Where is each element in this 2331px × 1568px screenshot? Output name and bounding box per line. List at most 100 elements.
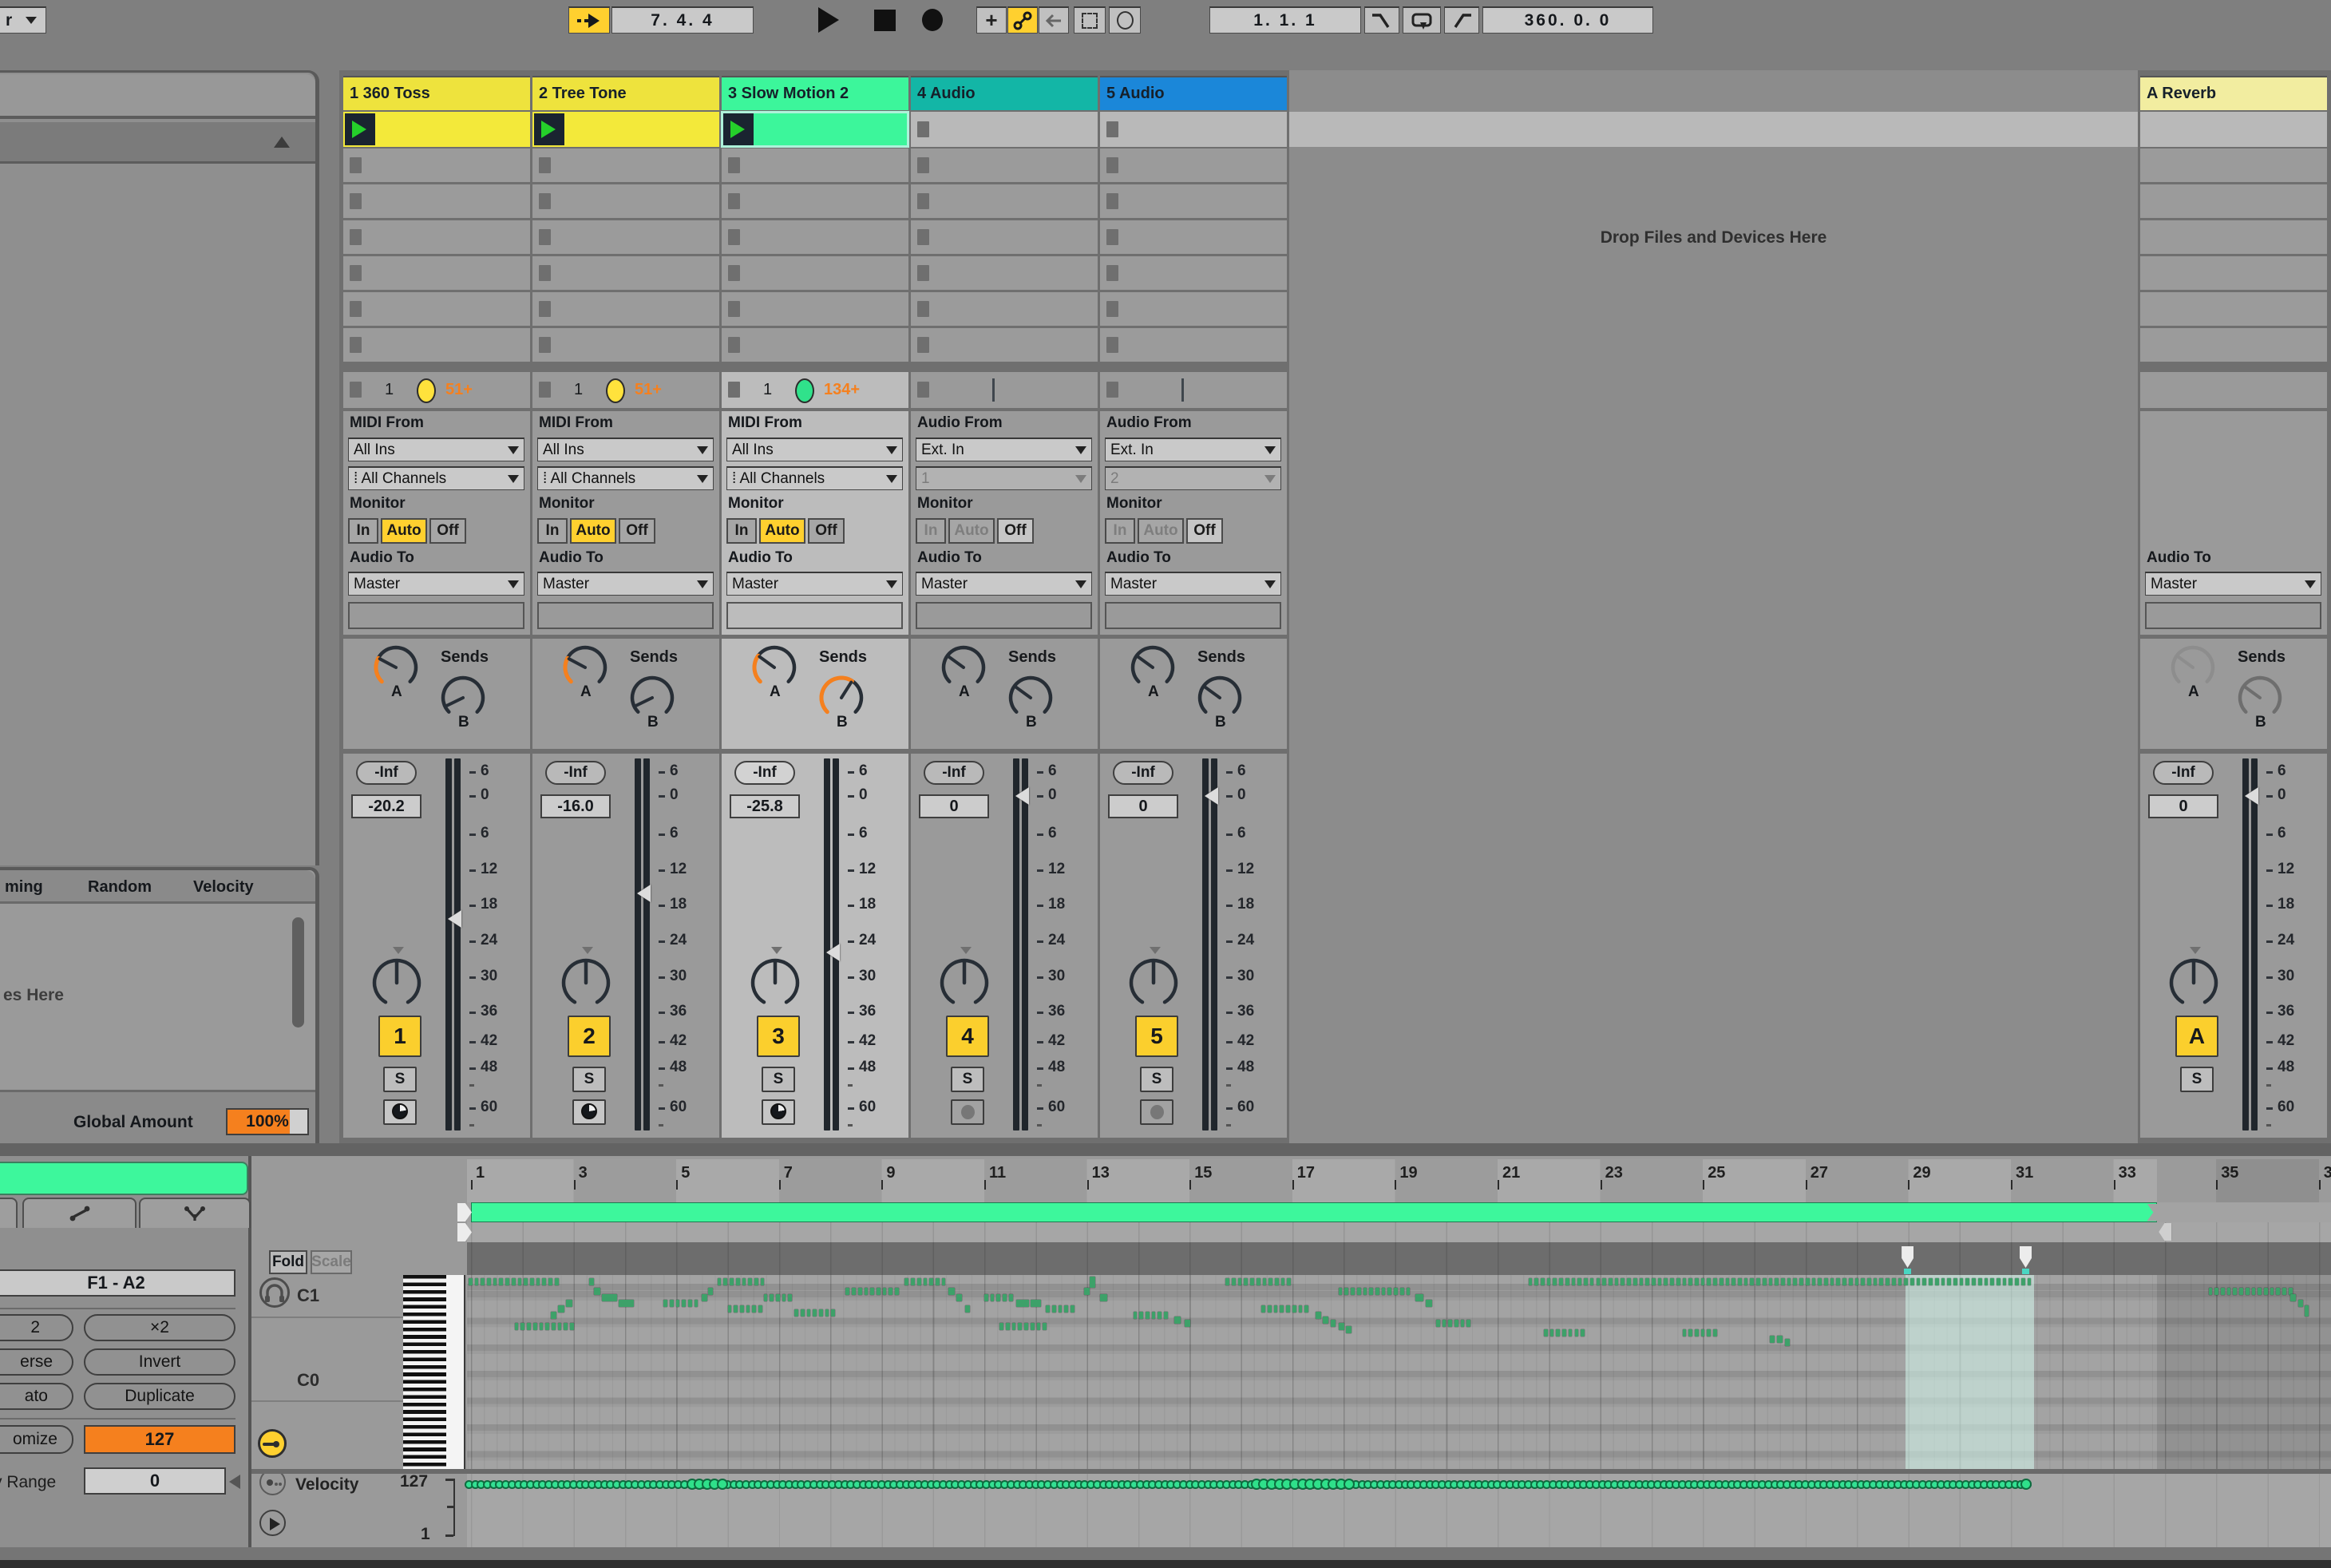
clip-slot-empty[interactable] — [1100, 256, 1287, 290]
midi-note[interactable] — [764, 1294, 768, 1301]
midi-note[interactable] — [1238, 1278, 1242, 1285]
midi-note[interactable] — [1257, 1278, 1260, 1285]
volume-fader-handle[interactable] — [1015, 787, 1029, 805]
randomize-button[interactable]: omize — [0, 1425, 73, 1454]
midi-note[interactable] — [1369, 1288, 1373, 1295]
midi-note[interactable] — [929, 1278, 933, 1285]
track-activator-button[interactable]: 3 — [757, 1016, 800, 1057]
solo-button[interactable]: S — [762, 1067, 795, 1092]
midi-note[interactable] — [1009, 1294, 1013, 1301]
midi-note[interactable] — [1972, 1278, 1976, 1285]
midi-note[interactable] — [1615, 1278, 1619, 1285]
note-overview-band[interactable] — [467, 1242, 2331, 1275]
clip-stop-button[interactable] — [1106, 193, 1118, 209]
midi-note[interactable] — [1569, 1329, 1573, 1336]
midi-note[interactable] — [1904, 1278, 1908, 1285]
midi-note[interactable] — [1134, 1312, 1138, 1319]
midi-note[interactable] — [1621, 1278, 1625, 1285]
midi-note[interactable] — [1565, 1278, 1569, 1285]
midi-note[interactable] — [1713, 1278, 1717, 1285]
clip-stop-button[interactable] — [350, 193, 362, 209]
midi-note[interactable] — [1892, 1278, 1896, 1285]
note-range-display[interactable]: F1 - A2 — [0, 1269, 235, 1297]
half-time-button[interactable]: 2 — [0, 1314, 73, 1341]
midi-note[interactable] — [1031, 1300, 1041, 1307]
midi-note[interactable] — [1090, 1277, 1096, 1288]
velocity-marker-selected[interactable] — [1344, 1479, 1355, 1490]
clip-stop-button[interactable] — [350, 229, 362, 245]
clip-play-button[interactable] — [534, 113, 564, 145]
clip-color-header[interactable] — [0, 1162, 248, 1195]
clip-slot-empty[interactable] — [722, 256, 908, 290]
midi-note[interactable] — [1898, 1278, 1902, 1285]
track-header[interactable]: A Reverb — [2140, 76, 2327, 110]
solo-button[interactable]: S — [383, 1067, 417, 1092]
session-editor-divider[interactable] — [0, 1143, 2331, 1156]
midi-note[interactable] — [758, 1305, 762, 1313]
midi-note[interactable] — [1415, 1294, 1423, 1301]
input-channel-dropdown[interactable]: ⁞ All Channels — [348, 466, 524, 490]
randomize-velocity-slider[interactable]: 127 — [84, 1425, 235, 1454]
midi-note[interactable] — [1024, 1323, 1028, 1330]
monitor-off-button[interactable]: Off — [808, 518, 845, 544]
preview-headphone-icon[interactable] — [259, 1277, 290, 1308]
lane-play-icon[interactable] — [259, 1510, 286, 1536]
clip-slot-empty[interactable] — [911, 184, 1098, 218]
fold-button[interactable]: Fold — [269, 1250, 307, 1274]
midi-note[interactable] — [1879, 1278, 1883, 1285]
arm-button[interactable] — [951, 1099, 984, 1125]
midi-note[interactable] — [1785, 1339, 1790, 1346]
midi-note[interactable] — [663, 1300, 667, 1307]
loop-switch-button[interactable] — [1403, 6, 1441, 34]
clip-slot-empty[interactable] — [2140, 148, 2327, 182]
invert-button[interactable]: Invert — [84, 1348, 235, 1376]
midi-note[interactable] — [2008, 1278, 2012, 1285]
loop-region[interactable] — [471, 1202, 2157, 1222]
midi-note[interactable] — [1597, 1278, 1601, 1285]
output-channel-box[interactable] — [916, 602, 1092, 629]
midi-note[interactable] — [602, 1294, 617, 1301]
monitor-auto-button[interactable]: Auto — [1138, 518, 1184, 544]
clip-slot-empty[interactable] — [722, 328, 908, 362]
midi-note[interactable] — [1316, 1312, 1322, 1319]
midi-note[interactable] — [852, 1288, 856, 1295]
midi-note[interactable] — [1400, 1288, 1404, 1295]
clip-stop-button[interactable] — [1106, 229, 1118, 245]
midi-note[interactable] — [1695, 1278, 1699, 1285]
midi-note[interactable] — [904, 1278, 908, 1285]
midi-note[interactable] — [1731, 1278, 1735, 1285]
midi-note[interactable] — [1323, 1317, 1328, 1324]
midi-note[interactable] — [1695, 1329, 1699, 1336]
midi-note[interactable] — [2021, 1278, 2025, 1285]
clip-stop-button[interactable] — [350, 157, 362, 173]
stop-all-button[interactable] — [917, 382, 929, 398]
midi-note[interactable] — [1331, 1320, 1336, 1327]
midi-note[interactable] — [734, 1305, 738, 1313]
output-dropdown[interactable]: Master — [916, 572, 1092, 596]
clip-stop-button[interactable] — [728, 301, 740, 317]
midi-note[interactable] — [911, 1278, 915, 1285]
loop-start-marker[interactable] — [457, 1203, 472, 1222]
midi-note[interactable] — [2028, 1278, 2032, 1285]
midi-note[interactable] — [475, 1278, 479, 1285]
piano-keyboard[interactable] — [403, 1275, 465, 1469]
midi-note[interactable] — [1688, 1278, 1692, 1285]
midi-note[interactable] — [1556, 1329, 1560, 1336]
locator-pin-icon[interactable] — [2020, 1246, 2032, 1268]
clip-slot-empty[interactable] — [722, 148, 908, 182]
legato-button[interactable]: ato — [0, 1383, 73, 1410]
pan-knob[interactable] — [369, 955, 425, 1011]
midi-note[interactable] — [776, 1294, 780, 1301]
midi-note[interactable] — [1770, 1336, 1775, 1343]
midi-note[interactable] — [845, 1288, 849, 1295]
input-channel-dropdown[interactable]: 1 — [916, 466, 1092, 490]
output-channel-box[interactable] — [2145, 602, 2321, 629]
midi-note[interactable] — [1787, 1278, 1791, 1285]
midi-note[interactable] — [736, 1278, 740, 1285]
midi-note[interactable] — [1394, 1288, 1398, 1295]
clip-stop-button[interactable] — [728, 229, 740, 245]
clip-stop-button[interactable] — [539, 193, 551, 209]
punch-in-button[interactable] — [1364, 6, 1399, 34]
clip-stop-button[interactable] — [350, 337, 362, 353]
midi-note[interactable] — [819, 1309, 823, 1317]
